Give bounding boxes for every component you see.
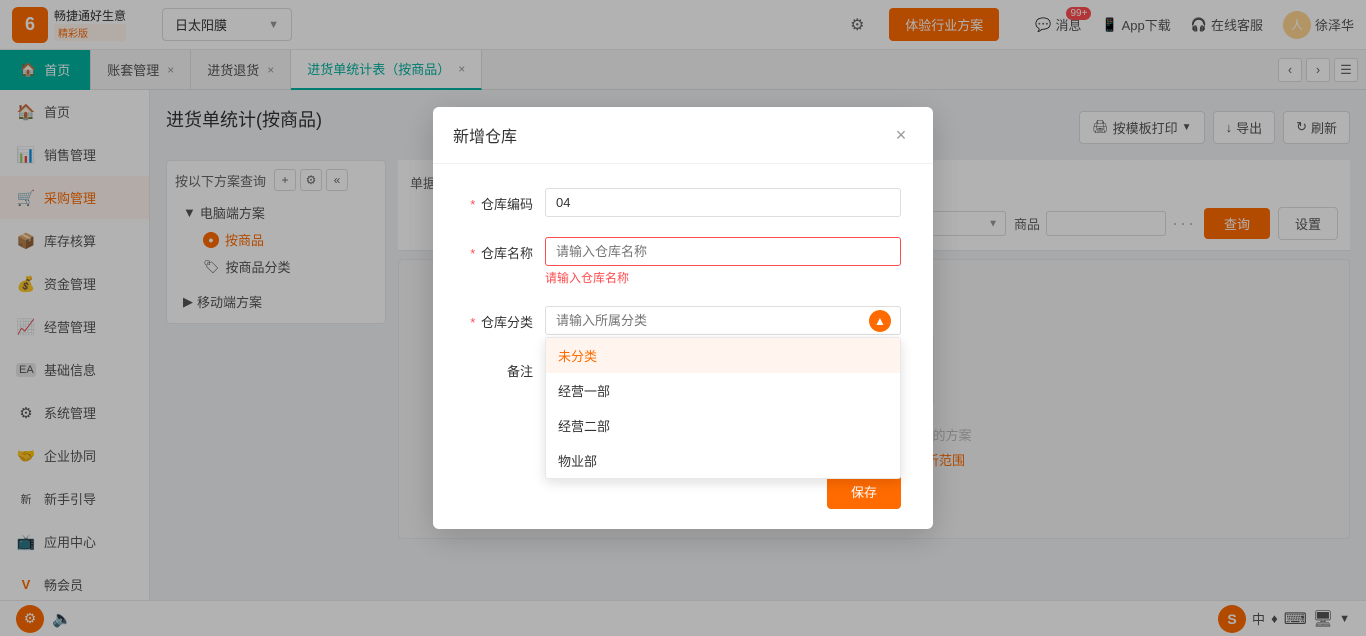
name-input-wrap: 请输入仓库名称 xyxy=(545,237,901,286)
dropdown-item-dept2[interactable]: 经营二部 xyxy=(546,408,900,443)
dropdown-item-property[interactable]: 物业部 xyxy=(546,443,900,478)
category-select-wrap: ▲ xyxy=(545,306,901,335)
form-row-category: * 仓库分类 ▲ 未分类 经营一部 经营二部 物业部 xyxy=(465,306,901,335)
code-input[interactable] xyxy=(545,188,901,217)
modal-header: 新增仓库 × xyxy=(433,107,933,164)
name-error-msg: 请输入仓库名称 xyxy=(545,269,901,286)
save-button[interactable]: 保存 xyxy=(827,474,901,509)
category-dropdown-arrow[interactable]: ▲ xyxy=(869,310,891,332)
code-label: * 仓库编码 xyxy=(465,188,545,213)
modal-title: 新增仓库 xyxy=(453,123,517,147)
name-label: * 仓库名称 xyxy=(465,237,545,262)
note-label: 备注 xyxy=(465,355,545,380)
required-star: * xyxy=(470,197,475,212)
form-row-name: * 仓库名称 请输入仓库名称 xyxy=(465,237,901,286)
modal-close-btn[interactable]: × xyxy=(889,123,913,147)
modal-body: * 仓库编码 * 仓库名称 请输入仓库名称 xyxy=(433,164,933,462)
code-input-wrap xyxy=(545,188,901,217)
warehouse-modal: 新增仓库 × * 仓库编码 * 仓库名称 xyxy=(433,107,933,529)
dropdown-item-uncategorized[interactable]: 未分类 xyxy=(546,338,900,373)
dropdown-item-dept1[interactable]: 经营一部 xyxy=(546,373,900,408)
category-dropdown: 未分类 经营一部 经营二部 物业部 xyxy=(545,337,901,479)
category-input-wrap: ▲ 未分类 经营一部 经营二部 物业部 xyxy=(545,306,901,335)
modal-overlay: 新增仓库 × * 仓库编码 * 仓库名称 xyxy=(0,0,1366,636)
required-star-name: * xyxy=(470,246,475,261)
required-star-cat: * xyxy=(470,315,475,330)
category-input[interactable] xyxy=(545,306,901,335)
name-input[interactable] xyxy=(545,237,901,266)
category-label: * 仓库分类 xyxy=(465,306,545,331)
form-row-code: * 仓库编码 xyxy=(465,188,901,217)
